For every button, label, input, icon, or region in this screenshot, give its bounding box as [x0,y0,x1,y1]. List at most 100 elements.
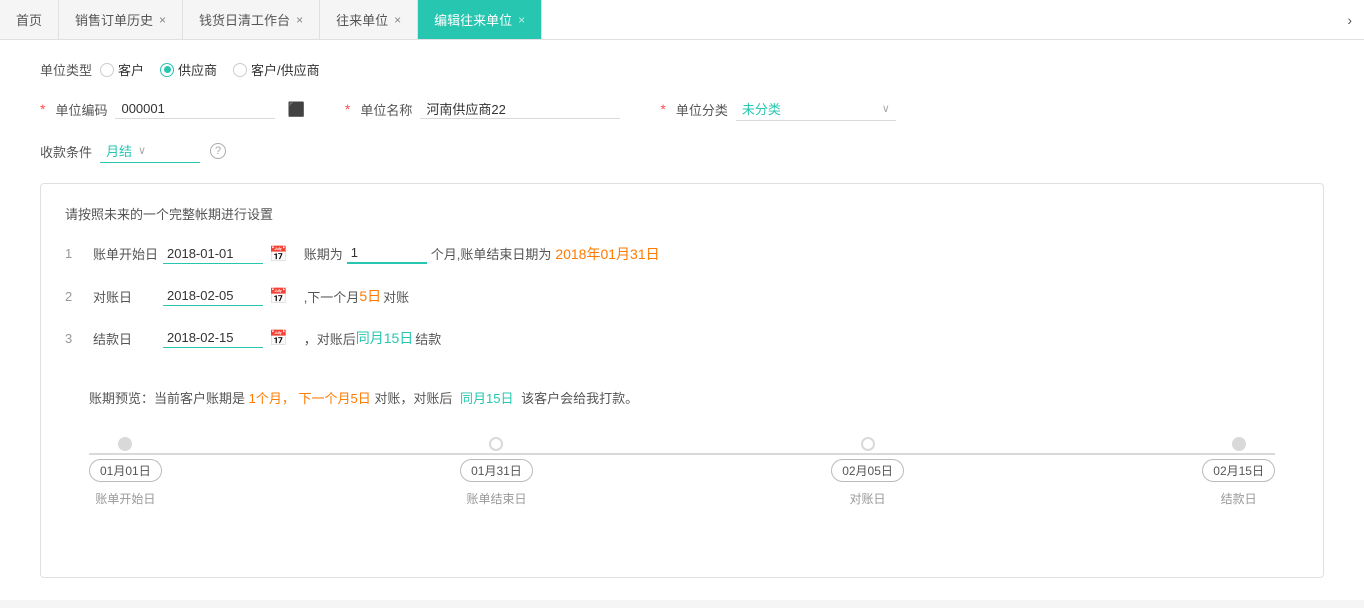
preview-section: 账期预览：当前客户账期是 1个月， 下一个月5日 对账，对账后 同月15日 该客… [65,370,1299,547]
setting-row-3: 3 结款日 📅 ，对账后 同月15日 结款 [65,328,1299,348]
row-type-2: 对账日 [93,287,163,306]
close-sales-history-icon[interactable]: × [159,13,166,27]
date-payment-wrap: 📅 [163,328,288,348]
period-input[interactable] [347,243,427,264]
unit-category-field: * 单位分类 未分类 ∨ [660,97,895,121]
row-num-3: 3 [65,331,93,346]
unit-name-label: 单位名称 [360,100,412,119]
payment-desc-before: ，对账后 [304,329,356,348]
tab-more-button[interactable]: › [1335,0,1364,39]
calendar-start-icon[interactable]: 📅 [269,245,288,263]
preview-part3: 同月15日 [460,391,513,406]
radio-label-both: 客户/供应商 [251,60,320,79]
timeline-badge-0: 01月01日 [89,459,162,482]
preview-end: 该客户会给我打款。 [521,391,638,406]
date-start-input[interactable] [163,244,263,264]
unit-name-input[interactable] [420,99,620,119]
tab-cashier-label: 钱货日清工作台 [199,10,290,29]
timeline-point-3: 02月15日 结款日 [1202,437,1275,507]
radio-circle-both [233,63,247,77]
tab-partner[interactable]: 往来单位 × [320,0,418,39]
row-num-1: 1 [65,246,93,261]
row-num-2: 2 [65,289,93,304]
timeline-label-0: 账单开始日 [95,490,155,507]
unit-name-field: * 单位名称 [345,99,620,119]
timeline-dot-0 [118,437,132,451]
period-prefix: 账期为 [304,244,343,263]
reconcile-prefix: ,下一个月 [304,287,360,306]
setting-row-1: 1 账单开始日 📅 账期为 个月,账单结束日期为 2018年01月31日 [65,243,1299,264]
help-icon[interactable]: ? [210,143,226,159]
radio-supplier[interactable]: 供应商 [160,60,217,79]
timeline-line [89,453,1275,455]
timeline-dot-3 [1232,437,1246,451]
required-star-code: * [40,101,45,117]
timeline-badge-3: 02月15日 [1202,459,1275,482]
unit-category-label: 单位分类 [676,100,728,119]
row-type-3: 结款日 [93,329,163,348]
unit-type-field: 单位类型 客户 供应商 客户/供应商 [40,60,320,79]
copy-icon[interactable]: ⬛ [287,101,304,118]
timeline-dot-1 [489,437,503,451]
timeline-dot-2 [861,437,875,451]
payment-select[interactable]: 月结 ∨ [100,139,200,163]
preview-text: 账期预览：当前客户账期是 1个月， 下一个月5日 对账，对账后 同月15日 该客… [89,388,1275,407]
radio-both[interactable]: 客户/供应商 [233,60,320,79]
timeline-point-1: 01月31日 账单结束日 [460,437,533,507]
period-suffix: 个月,账单结束日期为 [431,244,552,263]
timeline-point-2: 02月05日 对账日 [831,437,904,507]
unit-code-field: * 单位编码 ⬛ [40,99,305,119]
date-start-wrap: 📅 [163,244,288,264]
tab-cashier[interactable]: 钱货日清工作台 × [183,0,320,39]
date-payment-input[interactable] [163,328,263,348]
preview-part2: 下一个月5日 [299,391,371,406]
unit-code-input[interactable] [115,99,275,119]
date-reconcile-input[interactable] [163,286,263,306]
end-date-highlight: 2018年01月31日 [555,244,659,264]
payment-label: 收款条件 [40,142,92,161]
required-star-cat: * [660,101,665,117]
date-reconcile-wrap: 📅 [163,286,288,306]
tab-edit-partner-label: 编辑往来单位 [434,10,512,29]
radio-label-supplier: 供应商 [178,60,217,79]
payment-row: 收款条件 月结 ∨ ? [40,139,1324,163]
required-star-name: * [345,101,350,117]
preview-mid: 对账，对账后 [374,391,452,406]
timeline: 01月01日 账单开始日 01月31日 账单结束日 02月05日 对账日 02月… [89,437,1275,547]
payment-desc-after: 结款 [415,329,441,348]
chevron-down-payment-icon: ∨ [138,144,146,157]
settings-card: 请按照未来的一个完整帐期进行设置 1 账单开始日 📅 账期为 个月,账单结束日期… [40,183,1324,578]
setting-row-2: 2 对账日 📅 ,下一个月 5日 对账 [65,286,1299,306]
close-cashier-icon[interactable]: × [296,13,303,27]
tab-home[interactable]: 首页 [0,0,59,39]
tab-edit-partner[interactable]: 编辑往来单位 × [418,0,542,39]
preview-part1: 1个月， [249,391,295,406]
tab-sales-history[interactable]: 销售订单历史 × [59,0,183,39]
radio-circle-supplier [160,63,174,77]
payment-value: 月结 [106,141,132,160]
main-content: 单位类型 客户 供应商 客户/供应商 * 单位编码 [0,40,1364,600]
close-edit-partner-icon[interactable]: × [518,13,525,27]
chevron-right-icon: › [1347,12,1352,28]
radio-customer[interactable]: 客户 [100,60,144,79]
timeline-badge-2: 02月05日 [831,459,904,482]
calendar-reconcile-icon[interactable]: 📅 [269,287,288,305]
reconcile-suffix: 对账 [383,287,409,306]
radio-group: 客户 供应商 客户/供应商 [100,60,320,79]
unit-type-row: 单位类型 客户 供应商 客户/供应商 [40,60,1324,79]
card-description: 请按照未来的一个完整帐期进行设置 [65,204,1299,223]
radio-circle-customer [100,63,114,77]
unit-category-select[interactable]: 未分类 ∨ [736,97,896,121]
row-type-1: 账单开始日 [93,244,163,263]
timeline-label-3: 结款日 [1221,490,1257,507]
unit-type-label: 单位类型 [40,60,92,79]
close-partner-icon[interactable]: × [394,13,401,27]
calendar-payment-icon[interactable]: 📅 [269,329,288,347]
radio-label-customer: 客户 [118,60,144,79]
tab-sales-history-label: 销售订单历史 [75,10,153,29]
unit-category-value: 未分类 [742,99,781,118]
timeline-label-1: 账单结束日 [466,490,526,507]
timeline-point-0: 01月01日 账单开始日 [89,437,162,507]
timeline-label-2: 对账日 [850,490,886,507]
unit-code-label: 单位编码 [55,100,107,119]
